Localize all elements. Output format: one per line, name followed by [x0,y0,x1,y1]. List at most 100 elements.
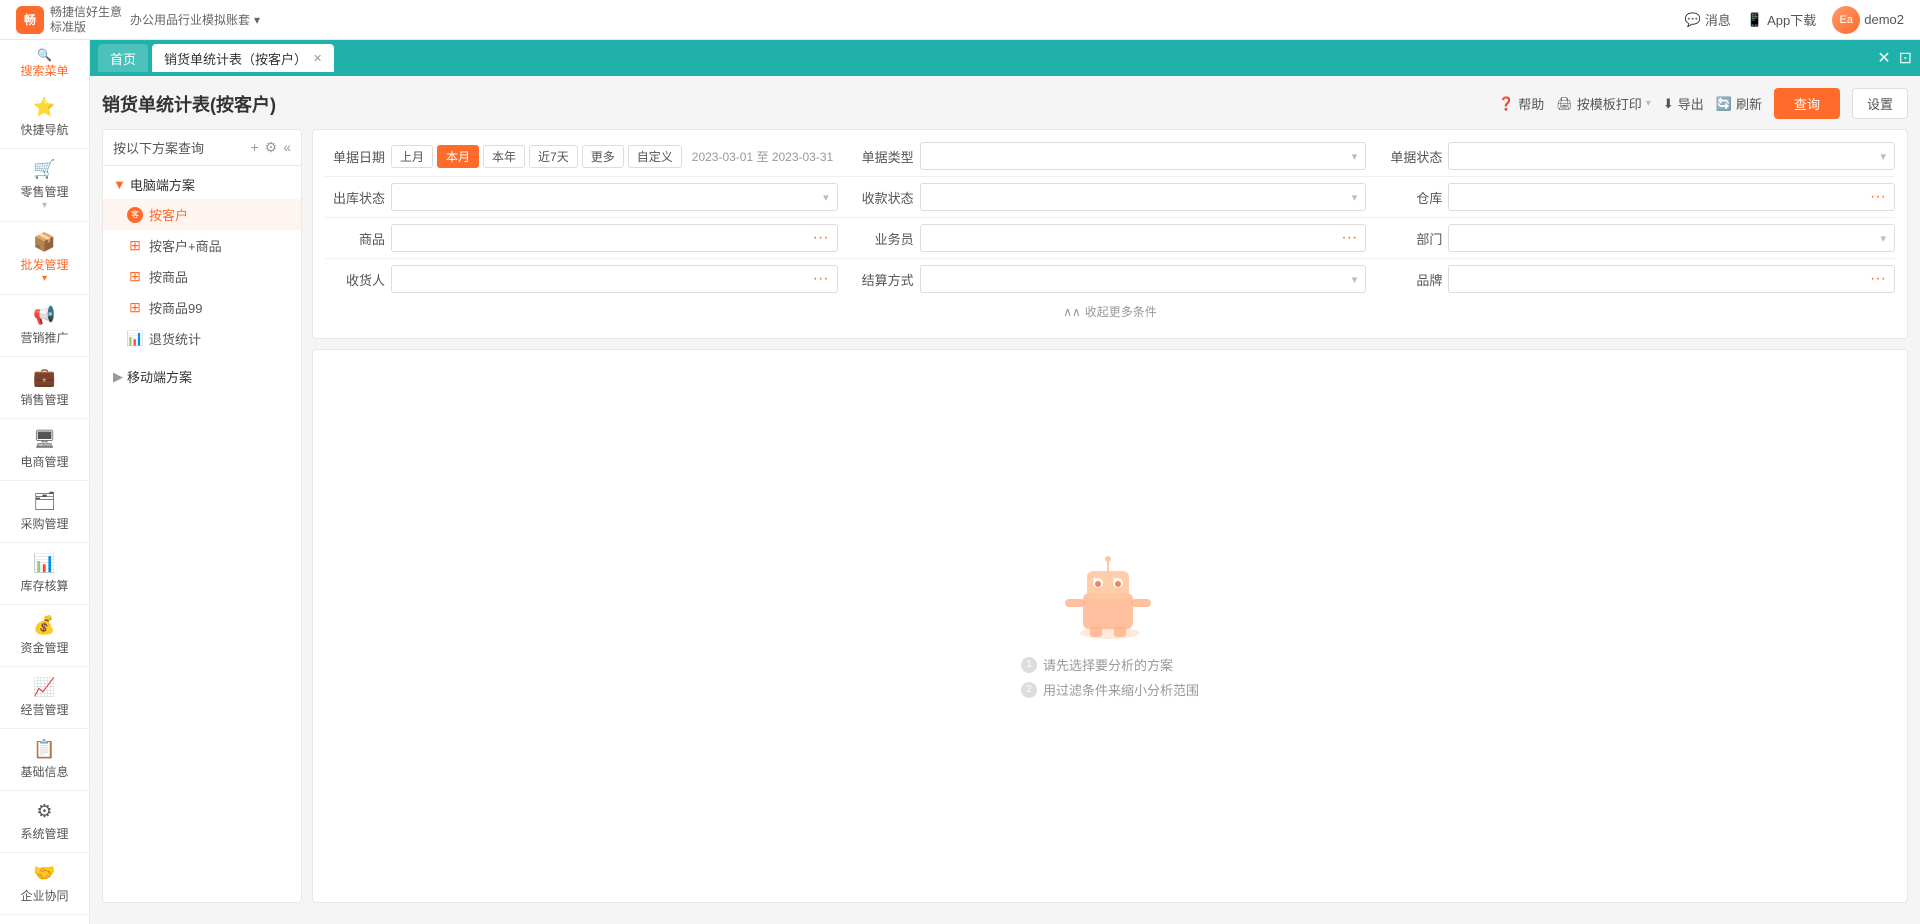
sidebar-item-marketing[interactable]: 📢 营销推广 [0,295,89,357]
marketing-icon: 📢 [33,305,55,326]
tab-sales-stats[interactable]: 销货单统计表（按客户） ✕ [152,44,334,72]
page-title: 销货单统计表(按客户) [102,91,276,117]
collapse-button[interactable]: ∧∧ 收起更多条件 [325,297,1895,326]
export-button[interactable]: ⬇ 导出 [1663,94,1704,113]
sidebar-item-retail[interactable]: 🛒 零售管理 ▾ [0,149,89,222]
order-status-input[interactable]: ▾ [1448,142,1895,170]
warehouse-input[interactable]: ··· [1448,183,1895,211]
settings-button[interactable]: 设置 [1852,88,1908,119]
tab-home[interactable]: 首页 [98,44,148,72]
app-download-button[interactable]: 📱 App下载 [1747,10,1816,29]
sidebar-item-operations[interactable]: 📈 经营管理 [0,667,89,729]
refresh-button[interactable]: 🔄 刷新 [1716,94,1762,113]
out-status-input[interactable]: ▾ [391,183,838,211]
sidebar-item-wholesale[interactable]: 📦 批发管理 ▾ [0,222,89,295]
tip-num-1: 1 [1021,657,1037,673]
inventory-icon: 📊 [33,553,55,574]
salesperson-input[interactable]: ··· [920,224,1367,252]
sidebar-item-enterprise[interactable]: 🤝 企业协同 [0,853,89,915]
order-type-label: 单据类型 [854,147,914,166]
payment-status-chevron-icon: ▾ [1352,191,1358,204]
sidebar-item-basic[interactable]: 📋 基础信息 [0,729,89,791]
tip-text-1: 请先选择要分析的方案 [1043,655,1173,674]
header-left: 畅 畅捷信好生意 标准版 办公用品行业模拟账套 ▾ [16,5,260,34]
tab-restore-button[interactable]: ⊡ [1899,48,1912,68]
goods-input[interactable]: ··· [391,224,838,252]
main-wrapper: 🔍 搜索菜单 ⭐ 快捷导航 🛒 零售管理 ▾ 📦 批发管理 ▾ 📢 营销推广 💼… [0,40,1920,924]
brand-ellipsis-icon: ··· [1870,270,1886,288]
expand-icon: ▾ [42,200,47,211]
wholesale-icon: 📦 [33,232,55,253]
payment-method-chevron-icon: ▾ [1352,273,1358,286]
page-header: 销货单统计表(按客户) ❓ 帮助 🖨 按模板打印 ▾ ⬇ 导出 [102,88,1908,119]
date-tab-current-year[interactable]: 本年 [483,145,525,168]
right-panel: 单据日期 上月 本月 本年 近7天 更多 自定义 [312,129,1908,903]
sidebar-item-inventory[interactable]: 📊 库存核算 [0,543,89,605]
home-tab-label: 首页 [110,49,136,68]
print-label: 按模板打印 [1577,94,1642,113]
date-tab-custom[interactable]: 自定义 [628,145,682,168]
goods-99-icon: ⊞ [127,300,143,316]
order-type-input[interactable]: ▾ [920,142,1367,170]
settings-scheme-icon[interactable]: ⚙ [265,139,278,156]
desktop-group-header[interactable]: ▼ 电脑端方案 [103,170,301,199]
receiver-input[interactable]: ··· [391,265,838,293]
scheme-by-goods[interactable]: ⊞ 按商品 [103,261,301,292]
date-label: 单据日期 [325,147,385,166]
breadcrumb[interactable]: 办公用品行业模拟账套 ▾ [130,11,260,28]
sidebar-search[interactable]: 🔍 搜索菜单 [0,40,89,87]
order-type-chevron-icon: ▾ [1352,150,1358,163]
message-button[interactable]: 💬 消息 [1685,10,1731,29]
add-scheme-icon[interactable]: + [250,139,258,156]
wholesale-label: 批发管理 [20,256,68,273]
sales-label: 销售管理 [20,391,68,408]
retail-icon: 🛒 [33,159,55,180]
goods-cell: 商品 ··· [325,224,838,252]
tip-text-2: 用过滤条件来缩小分析范围 [1043,680,1199,699]
logo-icon: 畅 [16,6,44,34]
date-filter-cell: 单据日期 上月 本月 本年 近7天 更多 自定义 [325,142,838,170]
payment-method-input[interactable]: ▾ [920,265,1367,293]
desktop-expand-icon: ▼ [113,177,126,192]
header-right: 💬 消息 📱 App下载 Ea demo2 [1685,6,1904,34]
shortcut-label: 快捷导航 [20,121,68,138]
scheme-refund-stats[interactable]: 📊 退货统计 [103,323,301,354]
date-tabs: 上月 本月 本年 近7天 更多 自定义 [391,145,682,168]
sidebar-item-sales[interactable]: 💼 销售管理 [0,357,89,419]
query-button[interactable]: 查询 [1774,88,1840,119]
by-customer-goods-label: 按客户+商品 [149,236,222,255]
scheme-by-customer[interactable]: 客 按客户 [103,199,301,230]
mobile-expand-icon: ▶ [113,369,123,385]
dept-input[interactable]: ▾ [1448,224,1895,252]
empty-illustration [1055,553,1165,643]
date-tab-more[interactable]: 更多 [582,145,624,168]
tab-close-icon[interactable]: ✕ [313,52,322,65]
by-goods-99-label: 按商品99 [149,298,202,317]
user-menu[interactable]: Ea demo2 [1832,6,1904,34]
scheme-by-goods-99[interactable]: ⊞ 按商品99 [103,292,301,323]
brand-input[interactable]: ··· [1448,265,1895,293]
payment-method-cell: 结算方式 ▾ [854,265,1367,293]
payment-status-input[interactable]: ▾ [920,183,1367,211]
sidebar-item-purchase[interactable]: 🗂 采购管理 [0,481,89,543]
mobile-group-header[interactable]: ▶ 移动端方案 [103,362,301,391]
scheme-by-customer-goods[interactable]: ⊞ 按客户+商品 [103,230,301,261]
refund-stats-label: 退货统计 [149,329,201,348]
collapse-panel-icon[interactable]: « [283,139,291,156]
order-status-cell: 单据状态 ▾ [1382,142,1895,170]
sidebar-item-ecommerce[interactable]: 🖥 电商管理 [0,419,89,481]
sidebar-item-finance[interactable]: 💰 资金管理 [0,605,89,667]
page-content: 销货单统计表(按客户) ❓ 帮助 🖨 按模板打印 ▾ ⬇ 导出 [90,76,1920,924]
tab-close-button[interactable]: ✕ [1877,48,1890,68]
empty-tips: 1 请先选择要分析的方案 2 用过滤条件来缩小分析范围 [1021,655,1199,699]
dept-chevron-icon: ▾ [1880,232,1886,245]
print-template-button[interactable]: 🖨 按模板打印 ▾ [1556,94,1651,113]
sidebar-item-shortcut[interactable]: ⭐ 快捷导航 [0,87,89,149]
sidebar-item-newbie[interactable]: 🎯 新手引导 [0,915,89,924]
help-button[interactable]: ❓ 帮助 [1498,94,1544,113]
date-tab-current-month[interactable]: 本月 [437,145,479,168]
date-tab-7days[interactable]: 近7天 [529,145,578,168]
sidebar-item-system[interactable]: ⚙ 系统管理 [0,791,89,853]
date-tab-last-month[interactable]: 上月 [391,145,433,168]
username-label: demo2 [1864,12,1904,27]
